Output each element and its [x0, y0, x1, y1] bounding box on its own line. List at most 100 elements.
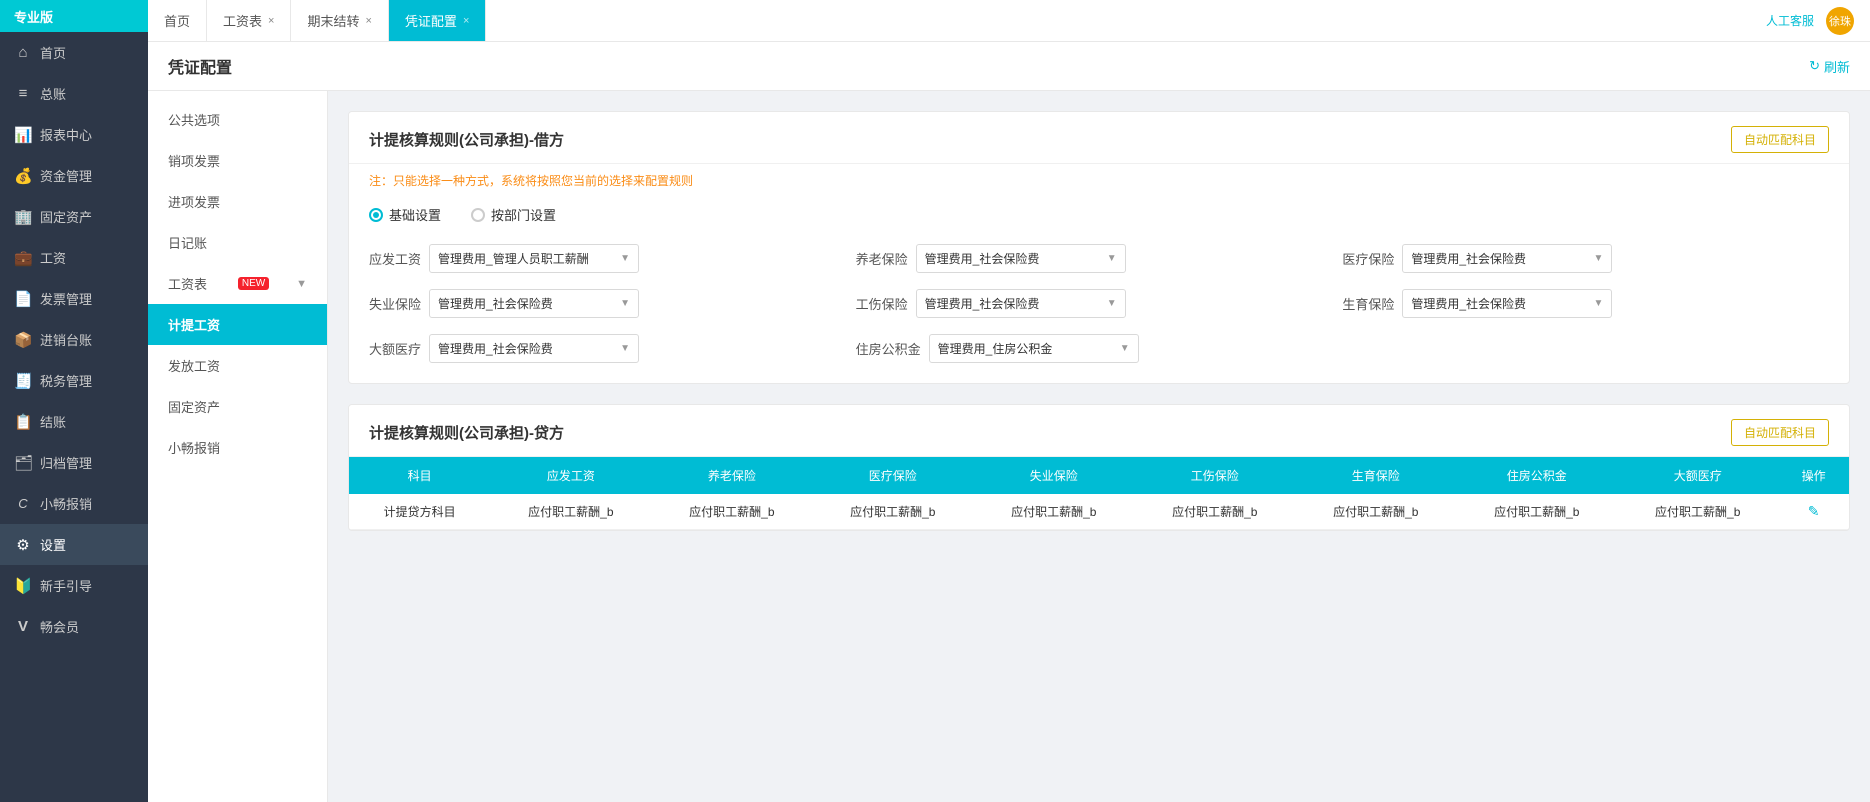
label-yanglao: 养老保险: [856, 249, 908, 268]
tab-payroll-label: 工资表: [223, 11, 262, 30]
credit-auto-match-button[interactable]: 自动匹配科目: [1731, 419, 1829, 446]
tab-voucher-config[interactable]: 凭证配置 ×: [389, 0, 486, 41]
select-shengyu[interactable]: 管理费用_社会保险费 ▼: [1402, 289, 1612, 318]
sidebar-item-salary[interactable]: 💼 工资: [0, 237, 148, 278]
credit-section-header: 计提核算规则(公司承担)-贷方 自动匹配科目: [349, 405, 1849, 457]
sidebar-item-label: 发票管理: [40, 289, 92, 308]
credit-section-title: 计提核算规则(公司承担)-贷方: [369, 422, 564, 443]
col-action: 操作: [1778, 457, 1849, 494]
select-yanglao-value: 管理费用_社会保险费: [925, 250, 1107, 267]
select-gongjijin-value: 管理费用_住房公积金: [938, 340, 1120, 357]
label-yiliao: 医疗保险: [1342, 249, 1394, 268]
select-yiliao[interactable]: 管理费用_社会保险费 ▼: [1402, 244, 1612, 273]
table-header-row: 科目 应发工资 养老保险 医疗保险 失业保险 工伤保险 生育保险 住房公积金 大…: [349, 457, 1849, 494]
debit-section-title: 计提核算规则(公司承担)-借方: [369, 129, 564, 150]
radio-dept-label: 按部门设置: [491, 205, 556, 224]
sidebar-item-funds[interactable]: 💰 资金管理: [0, 155, 148, 196]
cell-action[interactable]: ✎: [1778, 494, 1849, 530]
nav-journal[interactable]: 日记账: [148, 222, 327, 263]
tab-payroll-close[interactable]: ×: [268, 15, 274, 27]
tab-voucher-close[interactable]: ×: [463, 15, 469, 27]
xiaochang-icon: C: [14, 496, 32, 511]
refresh-label: 刷新: [1824, 57, 1850, 76]
select-shiye[interactable]: 管理费用_社会保险费 ▼: [429, 289, 639, 318]
sidebar-item-label: 总账: [40, 84, 66, 103]
sidebar-item-settings[interactable]: ⚙ 设置: [0, 524, 148, 565]
nav-xiaochang-expense[interactable]: 小畅报销: [148, 427, 327, 468]
select-daeliao-value: 管理费用_社会保险费: [438, 340, 620, 357]
nav-public[interactable]: 公共选项: [148, 99, 327, 140]
page-header: 凭证配置 ↻ 刷新: [148, 42, 1870, 91]
nav-payroll-table[interactable]: 工资表 NEW ▼: [148, 263, 327, 304]
select-yanglao[interactable]: 管理费用_社会保险费 ▼: [916, 244, 1126, 273]
invoice-icon: 📄: [14, 290, 32, 308]
radio-basic[interactable]: 基础设置: [369, 205, 441, 224]
nav-jiti-salary[interactable]: 计提工资: [148, 304, 327, 345]
select-gongjijin[interactable]: 管理费用_住房公积金 ▼: [929, 334, 1139, 363]
sidebar-item-reports[interactable]: 📊 报表中心: [0, 114, 148, 155]
tab-home[interactable]: 首页: [148, 0, 207, 41]
debit-radio-group: 基础设置 按部门设置: [349, 197, 1849, 236]
form-item-yiliao: 医疗保险 管理费用_社会保险费 ▼: [1342, 236, 1829, 281]
sidebar-item-tax[interactable]: 🧾 税务管理: [0, 360, 148, 401]
cell-shiye: 应付职工薪酬_b: [973, 494, 1134, 530]
nav-pay-label: 发放工资: [168, 356, 220, 375]
stock-icon: 📦: [14, 331, 32, 349]
form-item-empty: [1342, 326, 1829, 371]
form-item-daeliao: 大额医疗 管理费用_社会保险费 ▼: [369, 326, 856, 371]
cell-yingfa: 应付职工薪酬_b: [490, 494, 651, 530]
select-daeliao[interactable]: 管理费用_社会保险费 ▼: [429, 334, 639, 363]
home-icon: ⌂: [14, 44, 32, 61]
sidebar-item-archive[interactable]: 🗂 归档管理: [0, 442, 148, 483]
select-yingfa[interactable]: 管理费用_管理人员职工薪酬 ▼: [429, 244, 639, 273]
sidebar-item-xiaochang[interactable]: C 小畅报销: [0, 483, 148, 524]
edit-icon[interactable]: ✎: [1808, 503, 1820, 519]
sidebar-item-member[interactable]: V 畅会员: [0, 606, 148, 647]
nav-in-invoice[interactable]: 进项发票: [148, 181, 327, 222]
nav-red-invoice[interactable]: 销项发票: [148, 140, 327, 181]
sidebar-item-assets[interactable]: 🏢 固定资产: [0, 196, 148, 237]
form-item-yanglao: 养老保险 管理费用_社会保险费 ▼: [856, 236, 1343, 281]
nav-assets-label: 固定资产: [168, 397, 220, 416]
cell-gongjijin: 应付职工薪酬_b: [1456, 494, 1617, 530]
nav-pay-salary[interactable]: 发放工资: [148, 345, 327, 386]
debit-auto-match-button[interactable]: 自动匹配科目: [1731, 126, 1829, 153]
sidebar-item-stock[interactable]: 📦 进销台账: [0, 319, 148, 360]
sidebar-item-invoice[interactable]: 📄 发票管理: [0, 278, 148, 319]
tab-payroll[interactable]: 工资表 ×: [207, 0, 291, 41]
tab-period-close-btn[interactable]: ×: [365, 15, 371, 27]
select-shiye-value: 管理费用_社会保险费: [438, 295, 620, 312]
debit-form-grid: 应发工资 管理费用_管理人员职工薪酬 ▼ 养老保险 管理费用_社会保险费 ▼: [349, 236, 1849, 383]
nav-fixed-assets[interactable]: 固定资产: [148, 386, 327, 427]
chevron-down-icon: ▼: [620, 298, 630, 309]
sidebar-item-guide[interactable]: 🔰 新手引导: [0, 565, 148, 606]
nav-red-invoice-label: 销项发票: [168, 151, 220, 170]
radio-basic-label: 基础设置: [389, 205, 441, 224]
credit-section: 计提核算规则(公司承担)-贷方 自动匹配科目 科目 应发工资 养老保险 医疗保险…: [348, 404, 1850, 531]
nav-payroll-table-label: 工资表: [168, 274, 207, 293]
left-nav: 公共选项 销项发票 进项发票 日记账 工资表 NEW ▼ 计提工资 发放工资: [148, 91, 328, 802]
select-gongshang[interactable]: 管理费用_社会保险费 ▼: [916, 289, 1126, 318]
tab-voucher-label: 凭证配置: [405, 11, 457, 30]
refresh-icon: ↻: [1809, 58, 1820, 74]
sidebar-item-label: 新手引导: [40, 576, 92, 595]
credit-table-wrapper: 科目 应发工资 养老保险 医疗保险 失业保险 工伤保险 生育保险 住房公积金 大…: [349, 457, 1849, 530]
label-yingfa: 应发工资: [369, 249, 421, 268]
nav-public-label: 公共选项: [168, 110, 220, 129]
user-service-label[interactable]: 人工客服: [1766, 12, 1814, 29]
chevron-down-icon: ▼: [1107, 253, 1117, 264]
sidebar-item-home[interactable]: ⌂ 首页: [0, 32, 148, 73]
content-area: 公共选项 销项发票 进项发票 日记账 工资表 NEW ▼ 计提工资 发放工资: [148, 91, 1870, 802]
app-logo: 专业版: [0, 0, 148, 32]
sidebar-item-close[interactable]: 📋 结账: [0, 401, 148, 442]
label-shengyu: 生育保险: [1342, 294, 1394, 313]
label-gongshang: 工伤保险: [856, 294, 908, 313]
chevron-down-icon: ▼: [1593, 298, 1603, 309]
chevron-down-icon: ▼: [1120, 343, 1130, 354]
tab-period-close[interactable]: 期末结转 ×: [291, 0, 388, 41]
sidebar-item-ledger[interactable]: ≡ 总账: [0, 73, 148, 114]
radio-department[interactable]: 按部门设置: [471, 205, 556, 224]
archive-icon: 🗂: [14, 454, 32, 472]
refresh-button[interactable]: ↻ 刷新: [1809, 57, 1850, 76]
avatar[interactable]: 徐珠: [1826, 7, 1854, 35]
